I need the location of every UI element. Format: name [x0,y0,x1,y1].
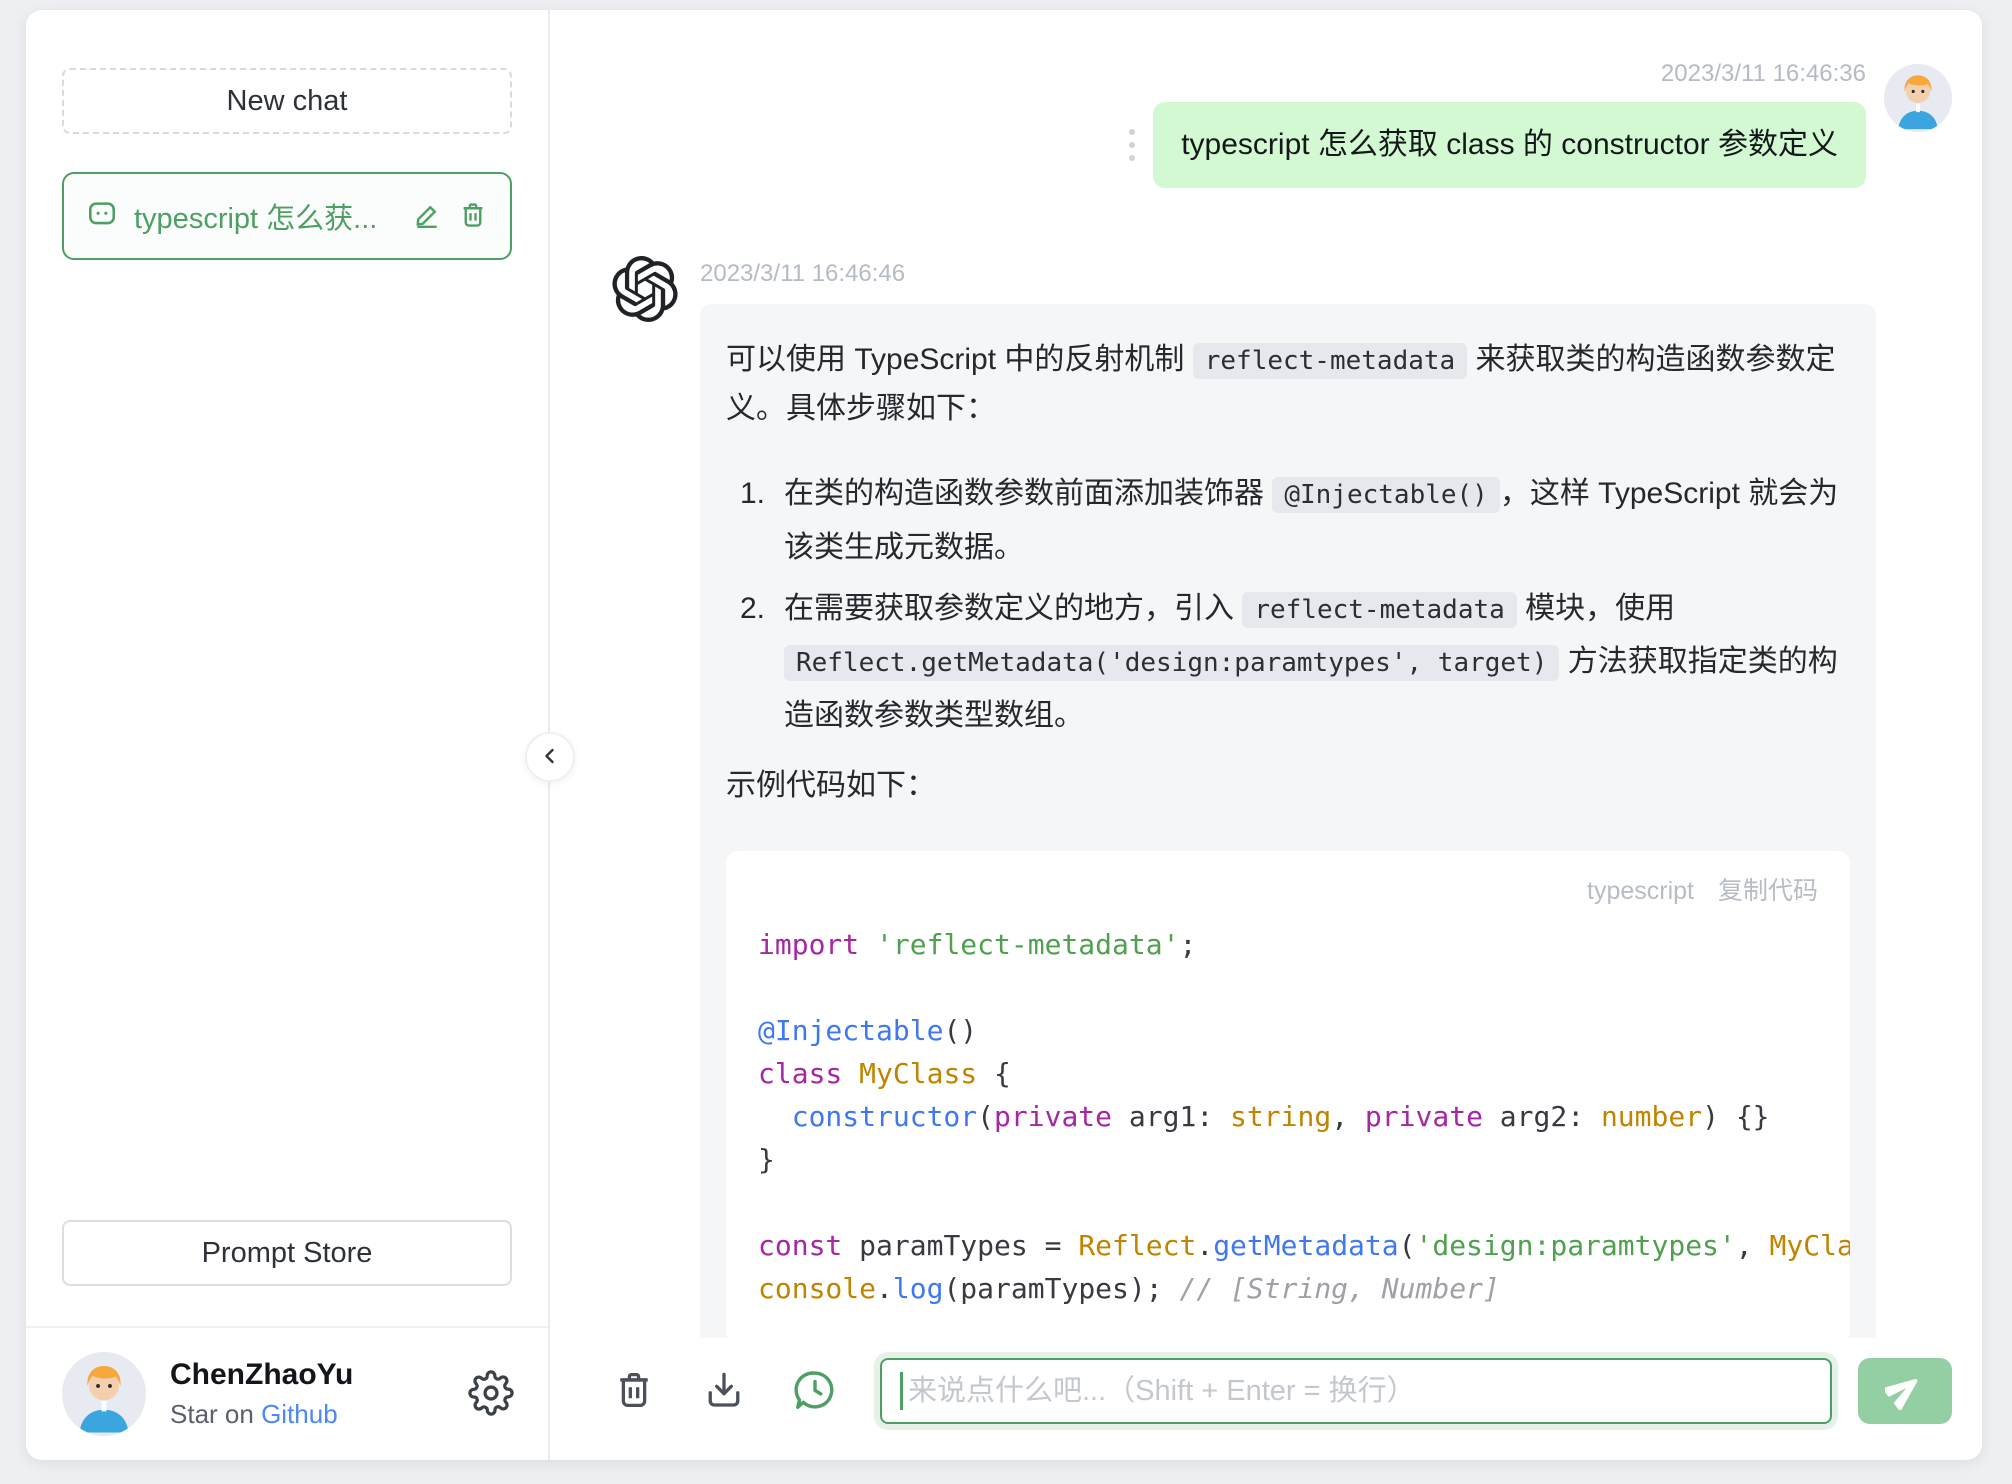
profile-info: ChenZhaoYu Star on Github [170,1358,353,1430]
user-avatar [1884,64,1952,132]
sidebar-item-conversation[interactable]: typescript 怎么获... [62,172,512,260]
openai-logo-icon [612,256,678,323]
user-message: 2023/3/11 16:46:36 typescript 怎么获取 class… [612,60,1952,188]
conversation-title: typescript 怎么获... [134,203,378,235]
sidebar-footer: ChenZhaoYu Star on Github [26,1328,548,1460]
delete-conversation-button[interactable] [458,200,488,233]
chevron-left-icon [538,744,562,771]
composer-bar [550,1338,1982,1460]
step-1: 1. 在类的构造函数参数前面添加装饰器 @Injectable() ，这样 Typ… [726,467,1850,574]
export-chat-button[interactable] [702,1368,746,1415]
vertical-dots-icon[interactable] [1129,129,1136,161]
inline-code: Reflect.getMetadata('design:paramtypes',… [784,645,1560,682]
chat-history-icon [792,1367,838,1416]
code-line: constructor(private arg1: string, privat… [791,1100,1770,1134]
intro-text-1: 可以使用 TypeScript 中的反射机制 [726,343,1193,376]
step-2-text-1: 在需要获取参数定义的地方，引入 [784,591,1243,625]
code-lines: import 'reflect-metadata'; @Injectable()… [758,923,1850,1310]
inline-code: @Injectable() [1272,477,1500,514]
prompt-store-button[interactable]: Prompt Store [62,1220,512,1286]
chat-bubble-icon [86,198,118,235]
message-list: 2023/3/11 16:46:36 typescript 怎么获取 class… [550,10,1982,1338]
message-input[interactable] [906,1373,1812,1409]
code-block: typescript 复制代码 import 'reflect-metadata… [726,850,1850,1338]
step-1-marker: 1. [740,477,766,511]
clear-chat-button[interactable] [612,1368,656,1415]
sidebar-top: New chat typescript 怎么获... [26,10,548,260]
user-bubble-row: typescript 怎么获取 class 的 constructor 参数定义 [1129,102,1866,188]
code-line: import 'reflect-metadata'; [758,928,1197,962]
step-2-text-2: 模块，使用 [1516,591,1676,625]
code-line: @Injectable() [758,1014,978,1048]
settings-button[interactable] [468,1369,514,1419]
steps-list: 1. 在类的构造函数参数前面添加装饰器 @Injectable() ，这样 Typ… [726,467,1850,742]
prompt-store-label: Prompt Store [201,1236,373,1269]
download-icon [702,1368,746,1415]
assistant-message: 2023/3/11 16:46:46 可以使用 TypeScript 中的反射机… [612,252,1952,1338]
assistant-message-body: 2023/3/11 16:46:46 可以使用 TypeScript 中的反射机… [700,252,1876,1338]
sidebar-store-section: Prompt Store [26,1220,548,1326]
code-line: } [758,1143,775,1177]
profile-avatar [62,1352,146,1436]
step-2-marker: 2. [740,591,766,625]
code-line: console.log(paramTypes); // [String, Num… [758,1272,1500,1306]
code-line: const paramTypes = Reflect.getMetadata('… [758,1229,1850,1263]
copy-code-button[interactable]: 复制代码 [1718,871,1818,912]
code-line: class MyClass { [758,1057,1011,1091]
trash-icon [458,200,488,233]
sidebar: New chat typescript 怎么获... Prompt Store … [26,10,550,1460]
user-timestamp: 2023/3/11 16:46:36 [1660,60,1866,87]
sidebar-collapse-button[interactable] [525,732,575,782]
example-intro: 示例代码如下： [726,769,936,803]
new-chat-button[interactable]: New chat [62,68,512,134]
assistant-intro: 可以使用 TypeScript 中的反射机制 reflect-metadata … [726,336,1850,433]
step-2: 2. 在需要获取参数定义的地方，引入 reflect-metadata 模块，使… [726,582,1850,742]
gear-icon [468,1369,514,1419]
new-chat-label: New chat [226,84,348,117]
chat-main: 2023/3/11 16:46:36 typescript 怎么获取 class… [550,10,1982,1460]
github-link[interactable]: Github [261,1399,338,1429]
send-button[interactable] [1858,1358,1952,1424]
app-window: New chat typescript 怎么获... Prompt Store … [26,10,1982,1460]
code-block-header: typescript 复制代码 [758,871,1818,912]
inline-code: reflect-metadata [1192,343,1468,379]
code-language-label: typescript [1587,876,1694,905]
profile-name: ChenZhaoYu [170,1358,354,1391]
text-caret [900,1372,903,1410]
inline-code: reflect-metadata [1242,591,1517,628]
history-button[interactable] [792,1367,838,1416]
user-message-body: 2023/3/11 16:46:36 typescript 怎么获取 class… [1129,60,1866,188]
trash-icon [612,1368,656,1415]
pencil-icon [412,200,442,233]
message-input-wrap [880,1358,1832,1424]
profile-subtitle: Star on Github [170,1399,353,1430]
user-bubble: typescript 怎么获取 class 的 constructor 参数定义 [1153,102,1866,188]
assistant-timestamp: 2023/3/11 16:46:46 [700,260,906,287]
assistant-bubble: 可以使用 TypeScript 中的反射机制 reflect-metadata … [700,304,1876,1338]
paper-plane-icon [1883,1370,1925,1413]
star-prefix: Star on [170,1399,254,1429]
edit-conversation-button[interactable] [412,200,442,233]
step-1-text-1: 在类的构造函数参数前面添加装饰器 [784,477,1273,511]
